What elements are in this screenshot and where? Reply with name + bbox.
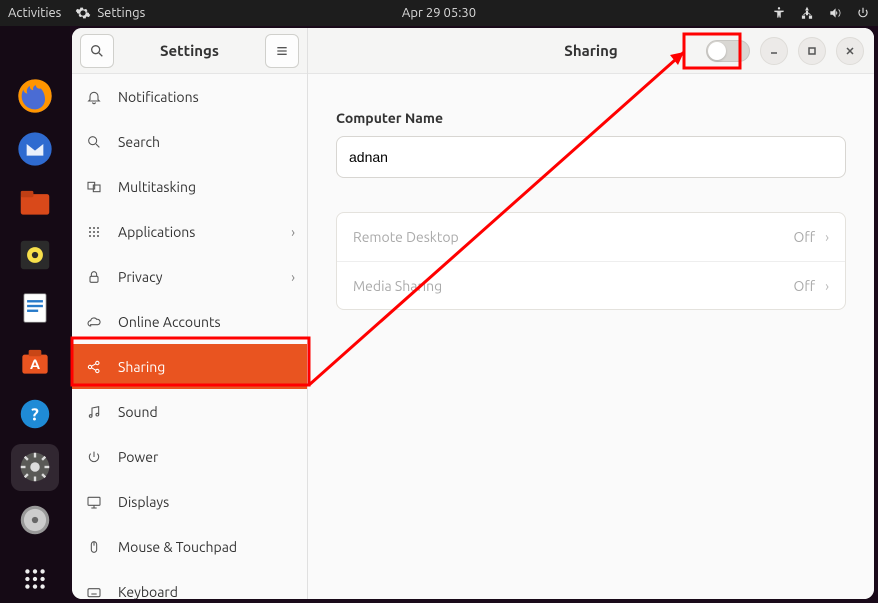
menu-button[interactable] [265,34,299,68]
chevron-right-icon: › [825,229,829,245]
dock-software[interactable]: A [11,337,59,384]
minimize-button[interactable] [760,37,788,65]
sidebar-item-applications[interactable]: Applications › [72,209,307,254]
clock[interactable]: Apr 29 05:30 [402,6,476,20]
search-icon [89,43,105,59]
sidebar-item-label: Sharing [118,359,165,375]
sidebar-item-label: Online Accounts [118,314,221,330]
volume-icon[interactable] [828,6,842,20]
sidebar-item-label: Search [118,134,160,150]
sidebar-item-label: Keyboard [118,584,178,600]
page-title: Sharing [564,42,617,59]
option-state: Off [794,278,816,294]
sidebar: Settings Notifications Search Multitaski… [72,28,308,599]
dock-settings[interactable] [11,444,59,491]
sidebar-item-label: Sound [118,404,158,420]
sidebar-item-label: Multitasking [118,179,196,195]
accessibility-icon[interactable] [772,6,786,20]
dock: A ? [0,26,70,603]
sidebar-item-multitasking[interactable]: Multitasking [72,164,307,209]
sidebar-list[interactable]: Notifications Search Multitasking Applic… [72,74,307,599]
dock-rhythmbox[interactable] [11,231,59,278]
settings-window: Settings Notifications Search Multitaski… [72,28,874,599]
chevron-right-icon: › [825,278,829,294]
activities-button[interactable]: Activities [8,6,61,20]
dock-firefox[interactable] [11,72,59,119]
main-header: Sharing [308,28,874,74]
chevron-right-icon: › [291,224,295,240]
maximize-button[interactable] [798,37,826,65]
option-media-sharing[interactable]: Media Sharing Off › [337,261,845,309]
multitask-icon [84,179,104,195]
chevron-right-icon: › [291,269,295,285]
mouse-icon [84,539,104,555]
sidebar-item-label: Mouse & Touchpad [118,539,237,555]
dock-help[interactable]: ? [11,391,59,438]
power-icon[interactable] [856,6,870,20]
main-body: Computer Name Remote Desktop Off ›Media … [308,74,874,346]
dock-thunderbird[interactable] [11,125,59,172]
computer-name-input[interactable] [336,136,846,178]
sidebar-item-mouse-touchpad[interactable]: Mouse & Touchpad [72,524,307,569]
sidebar-item-sound[interactable]: Sound [72,389,307,434]
sidebar-item-label: Notifications [118,89,199,105]
option-remote-desktop[interactable]: Remote Desktop Off › [337,213,845,261]
sidebar-item-power[interactable]: Power [72,434,307,479]
dock-libreoffice[interactable] [11,284,59,331]
main-panel: Sharing Computer Name Remote Desktop Off… [308,28,874,599]
display-icon [84,494,104,510]
sidebar-item-online-accounts[interactable]: Online Accounts [72,299,307,344]
option-label: Media Sharing [353,278,442,294]
option-state: Off [794,229,816,245]
lock-icon [84,269,104,285]
sidebar-item-search[interactable]: Search [72,119,307,164]
sidebar-item-displays[interactable]: Displays [72,479,307,524]
sidebar-item-label: Displays [118,494,169,510]
sidebar-title: Settings [122,42,257,59]
svg-text:A: A [30,356,40,372]
sidebar-item-sharing[interactable]: Sharing [72,344,307,389]
sidebar-header: Settings [72,28,307,74]
sidebar-item-label: Power [118,449,158,465]
network-icon[interactable] [800,6,814,20]
computer-name-label: Computer Name [336,110,846,126]
dock-disc[interactable] [11,497,59,544]
sidebar-item-label: Applications [118,224,195,240]
apps-icon [84,224,104,240]
music-icon [84,404,104,420]
hamburger-icon [274,43,290,59]
option-label: Remote Desktop [353,229,459,245]
power-icon [84,449,104,465]
app-name-label: Settings [97,6,145,20]
close-button[interactable] [836,37,864,65]
dock-show-apps[interactable] [11,556,59,603]
keyboard-icon [84,584,104,600]
sidebar-item-notifications[interactable]: Notifications [72,74,307,119]
cloud-icon [84,314,104,330]
sharing-options: Remote Desktop Off ›Media Sharing Off › [336,212,846,310]
search-button[interactable] [80,34,114,68]
search-icon [84,134,104,150]
sidebar-item-privacy[interactable]: Privacy › [72,254,307,299]
svg-text:?: ? [31,405,39,424]
bell-icon [84,89,104,105]
sidebar-item-keyboard[interactable]: Keyboard [72,569,307,599]
dock-files[interactable] [11,178,59,225]
sharing-master-toggle[interactable] [706,40,750,62]
system-topbar: Activities Settings Apr 29 05:30 [0,0,878,26]
gear-icon [75,5,91,21]
sidebar-item-label: Privacy [118,269,162,285]
share-icon [84,359,104,375]
